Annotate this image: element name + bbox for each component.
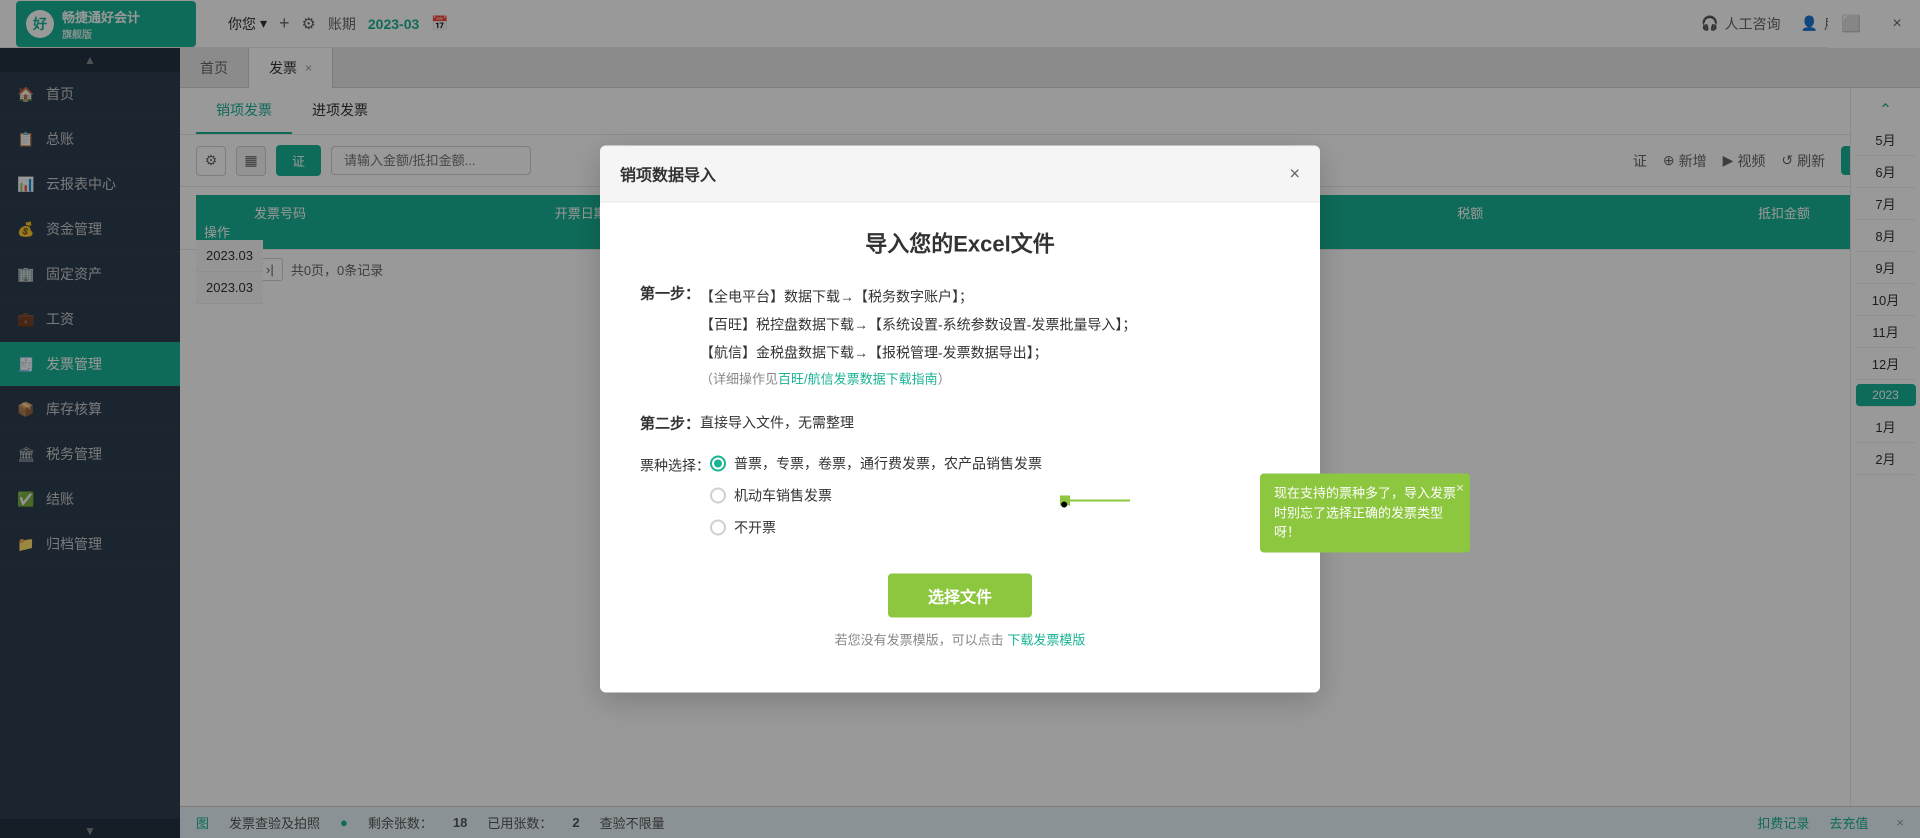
modal-header: 销项数据导入 × (600, 146, 1320, 203)
modal-body: 导入您的Excel文件 第一步： 【全电平台】数据下载→【税务数字账户】； 【百… (600, 203, 1320, 693)
tooltip-connector: ● (1060, 496, 1130, 506)
radio-circle-1 (710, 456, 726, 472)
tooltip-line (1070, 500, 1130, 502)
step1-line2: 【百旺】税控盘数据下载→【系统设置-系统参数设置-发票批量导入】； (700, 311, 1136, 339)
hint-text: 若您没有发票模版，可以点击 (835, 633, 1004, 648)
modal-step2: 第二步： 直接导入文件，无需整理 (640, 413, 1280, 434)
import-modal: 销项数据导入 × 导入您的Excel文件 第一步： 【全电平台】数据下载→【税务… (600, 146, 1320, 693)
step1-note: （详细操作见百旺/航信发票数据下载指南） (700, 367, 1136, 393)
download-template-link[interactable]: 下载发票模版 (1007, 633, 1085, 648)
step1-label: 第一步： (640, 283, 700, 393)
step2-content: 直接导入文件，无需整理 (700, 413, 854, 434)
step1-line1: 【全电平台】数据下载→【税务数字账户】； (700, 283, 1136, 311)
modal-main-title: 导入您的Excel文件 (640, 227, 1280, 259)
radio-group: 普票，专票，卷票，通行费发票，农产品销售发票 机动车销售发票 不开票 (710, 454, 1042, 538)
modal-title: 销项数据导入 (620, 162, 716, 186)
radio-circle-2 (710, 488, 726, 504)
step2-label: 第二步： (640, 413, 700, 434)
radio-label-2: 机动车销售发票 (734, 486, 832, 506)
tooltip-text: 现在支持的票种多了，导入发票时别忘了选择正确的发票类型呀！ (1274, 486, 1456, 540)
radio-label-1: 普票，专票，卷票，通行费发票，农产品销售发票 (734, 454, 1042, 474)
modal-ticket-selection: 票种选择： 普票，专票，卷票，通行费发票，农产品销售发票 机动车销售发票 (640, 454, 1280, 538)
ticket-label: 票种选择： (640, 454, 710, 476)
modal-close-button[interactable]: × (1289, 163, 1300, 184)
modal-step1: 第一步： 【全电平台】数据下载→【税务数字账户】； 【百旺】税控盘数据下载→【系… (640, 283, 1280, 393)
radio-label-3: 不开票 (734, 518, 776, 538)
step1-content: 【全电平台】数据下载→【税务数字账户】； 【百旺】税控盘数据下载→【系统设置-系… (700, 283, 1136, 393)
radio-option-2[interactable]: 机动车销售发票 (710, 486, 1042, 506)
guide-link[interactable]: 百旺/航信发票数据下载指南 (778, 372, 938, 387)
modal-footer: 选择文件 若您没有发票模版，可以点击 下载发票模版 (640, 558, 1280, 673)
select-file-button[interactable]: 选择文件 (888, 574, 1032, 618)
radio-option-3[interactable]: 不开票 (710, 518, 1042, 538)
modal-hint: 若您没有发票模版，可以点击 下载发票模版 (640, 630, 1280, 649)
tooltip-close-btn[interactable]: × (1456, 478, 1464, 499)
radio-option-1[interactable]: 普票，专票，卷票，通行费发票，农产品销售发票 (710, 454, 1042, 474)
radio-inner-1 (714, 460, 722, 468)
step1-line3: 【航信】金税盘数据下载→【报税管理-发票数据导出】； (700, 339, 1136, 367)
tooltip-dot: ● (1060, 496, 1070, 506)
radio-circle-3 (710, 520, 726, 536)
tooltip-box: × 现在支持的票种多了，导入发票时别忘了选择正确的发票类型呀！ (1260, 474, 1470, 553)
